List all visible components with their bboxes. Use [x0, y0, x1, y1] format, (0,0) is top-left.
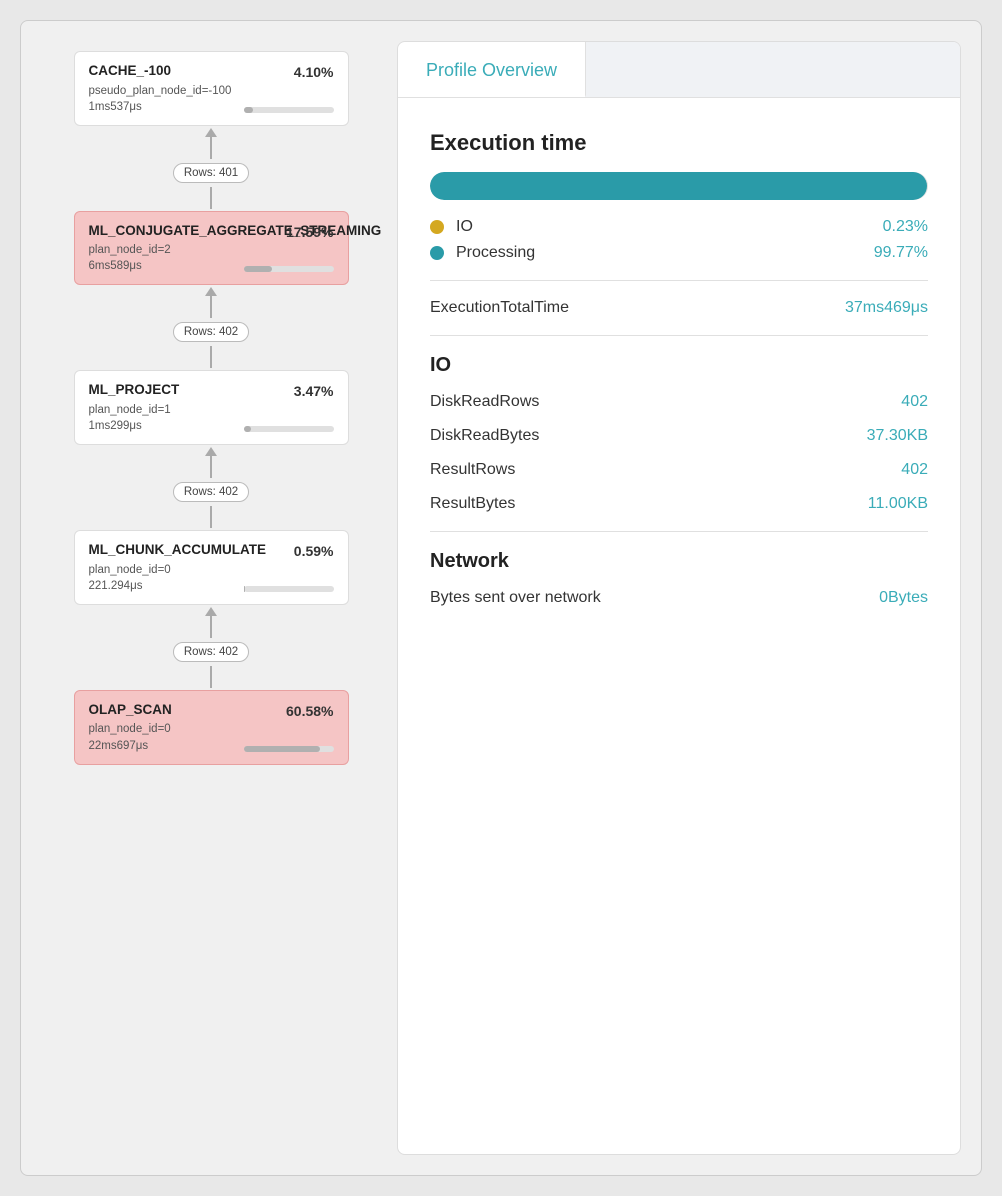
rows-badge-1: Rows: 401: [173, 163, 249, 183]
arrow-1: Rows: 401: [173, 128, 249, 209]
metric-result-bytes: ResultBytes 11.00KB: [430, 495, 928, 513]
arrow-2: Rows: 402: [173, 287, 249, 368]
node-cache-bar: [244, 107, 334, 113]
io-section-title: IO: [430, 354, 928, 377]
arrow-head-4: [205, 607, 217, 616]
main-container: CACHE_-100 pseudo_plan_node_id=-100 1ms5…: [20, 20, 982, 1176]
arrow-head-2: [205, 287, 217, 296]
metric-bytes-network: Bytes sent over network 0Bytes: [430, 589, 928, 607]
arrow-4: Rows: 402: [173, 607, 249, 688]
node-ml-project-percent: 3.47%: [294, 383, 334, 399]
node-cache[interactable]: CACHE_-100 pseudo_plan_node_id=-100 1ms5…: [74, 51, 349, 126]
arrow-line-3b: [210, 506, 212, 528]
result-bytes-value: 11.00KB: [868, 495, 928, 513]
arrow-3: Rows: 402: [173, 447, 249, 528]
exec-bar-processing: [430, 172, 927, 200]
arrow-line-4b: [210, 666, 212, 688]
node-ml-chunk[interactable]: ML_CHUNK_ACCUMULATE plan_node_id=0 221.2…: [74, 530, 349, 605]
bytes-network-label: Bytes sent over network: [430, 589, 879, 607]
tab-inactive[interactable]: [585, 42, 960, 97]
node-ml-project[interactable]: ML_PROJECT plan_node_id=1 1ms299μs 3.47%: [74, 370, 349, 445]
disk-read-rows-value: 402: [901, 393, 928, 411]
node-olap-scan-bar: [244, 746, 334, 752]
arrow-line-4: [210, 616, 212, 638]
node-ml-chunk-bar: [244, 586, 334, 592]
legend-processing: Processing 99.77%: [430, 244, 928, 262]
arrow-head-1: [205, 128, 217, 137]
node-ml-chunk-percent: 0.59%: [294, 543, 334, 559]
disk-read-bytes-value: 37.30KB: [867, 427, 928, 445]
processing-value: 99.77%: [874, 244, 928, 262]
left-panel: CACHE_-100 pseudo_plan_node_id=-100 1ms5…: [41, 41, 381, 1155]
tabs-header: Profile Overview: [398, 42, 960, 98]
legend-io: IO 0.23%: [430, 218, 928, 236]
execution-bar: [430, 172, 928, 200]
node-ml-conjugate[interactable]: ML_CONJUGATE_AGGREGATE_STREAMING plan_no…: [74, 211, 349, 286]
node-ml-project-bar: [244, 426, 334, 432]
arrow-line-2b: [210, 346, 212, 368]
io-dot: [430, 220, 444, 234]
disk-read-rows-label: DiskReadRows: [430, 393, 901, 411]
arrow-line-2: [210, 296, 212, 318]
rows-badge-4: Rows: 402: [173, 642, 249, 662]
tab-profile-overview[interactable]: Profile Overview: [398, 42, 585, 97]
arrow-line-3: [210, 456, 212, 478]
node-ml-conjugate-bar: [244, 266, 334, 272]
node-olap-scan-percent: 60.58%: [286, 703, 333, 719]
rows-badge-3: Rows: 402: [173, 482, 249, 502]
disk-read-bytes-label: DiskReadBytes: [430, 427, 867, 445]
divider-1: [430, 280, 928, 281]
right-content: Execution time IO 0.23% Processing 99.77…: [398, 98, 960, 1154]
execution-title: Execution time: [430, 130, 928, 156]
result-rows-value: 402: [901, 461, 928, 479]
io-label: IO: [456, 218, 883, 236]
metric-result-rows: ResultRows 402: [430, 461, 928, 479]
result-bytes-label: ResultBytes: [430, 495, 868, 513]
total-time-row: ExecutionTotalTime 37ms469μs: [430, 299, 928, 317]
total-time-label: ExecutionTotalTime: [430, 299, 845, 317]
node-olap-scan[interactable]: OLAP_SCAN plan_node_id=0 22ms697μs 60.58…: [74, 690, 349, 765]
divider-3: [430, 531, 928, 532]
processing-dot: [430, 246, 444, 260]
node-ml-conjugate-percent: 17.59%: [286, 224, 333, 240]
network-section-title: Network: [430, 550, 928, 573]
arrow-head-3: [205, 447, 217, 456]
right-panel: Profile Overview Execution time IO 0.23%…: [397, 41, 961, 1155]
processing-label: Processing: [456, 244, 874, 262]
total-time-value: 37ms469μs: [845, 299, 928, 317]
result-rows-label: ResultRows: [430, 461, 901, 479]
rows-badge-2: Rows: 402: [173, 322, 249, 342]
io-value: 0.23%: [883, 218, 928, 236]
metric-disk-read-bytes: DiskReadBytes 37.30KB: [430, 427, 928, 445]
node-cache-percent: 4.10%: [294, 64, 334, 80]
arrow-line-1: [210, 137, 212, 159]
metric-disk-read-rows: DiskReadRows 402: [430, 393, 928, 411]
arrow-line-1b: [210, 187, 212, 209]
bytes-network-value: 0Bytes: [879, 589, 928, 607]
divider-2: [430, 335, 928, 336]
